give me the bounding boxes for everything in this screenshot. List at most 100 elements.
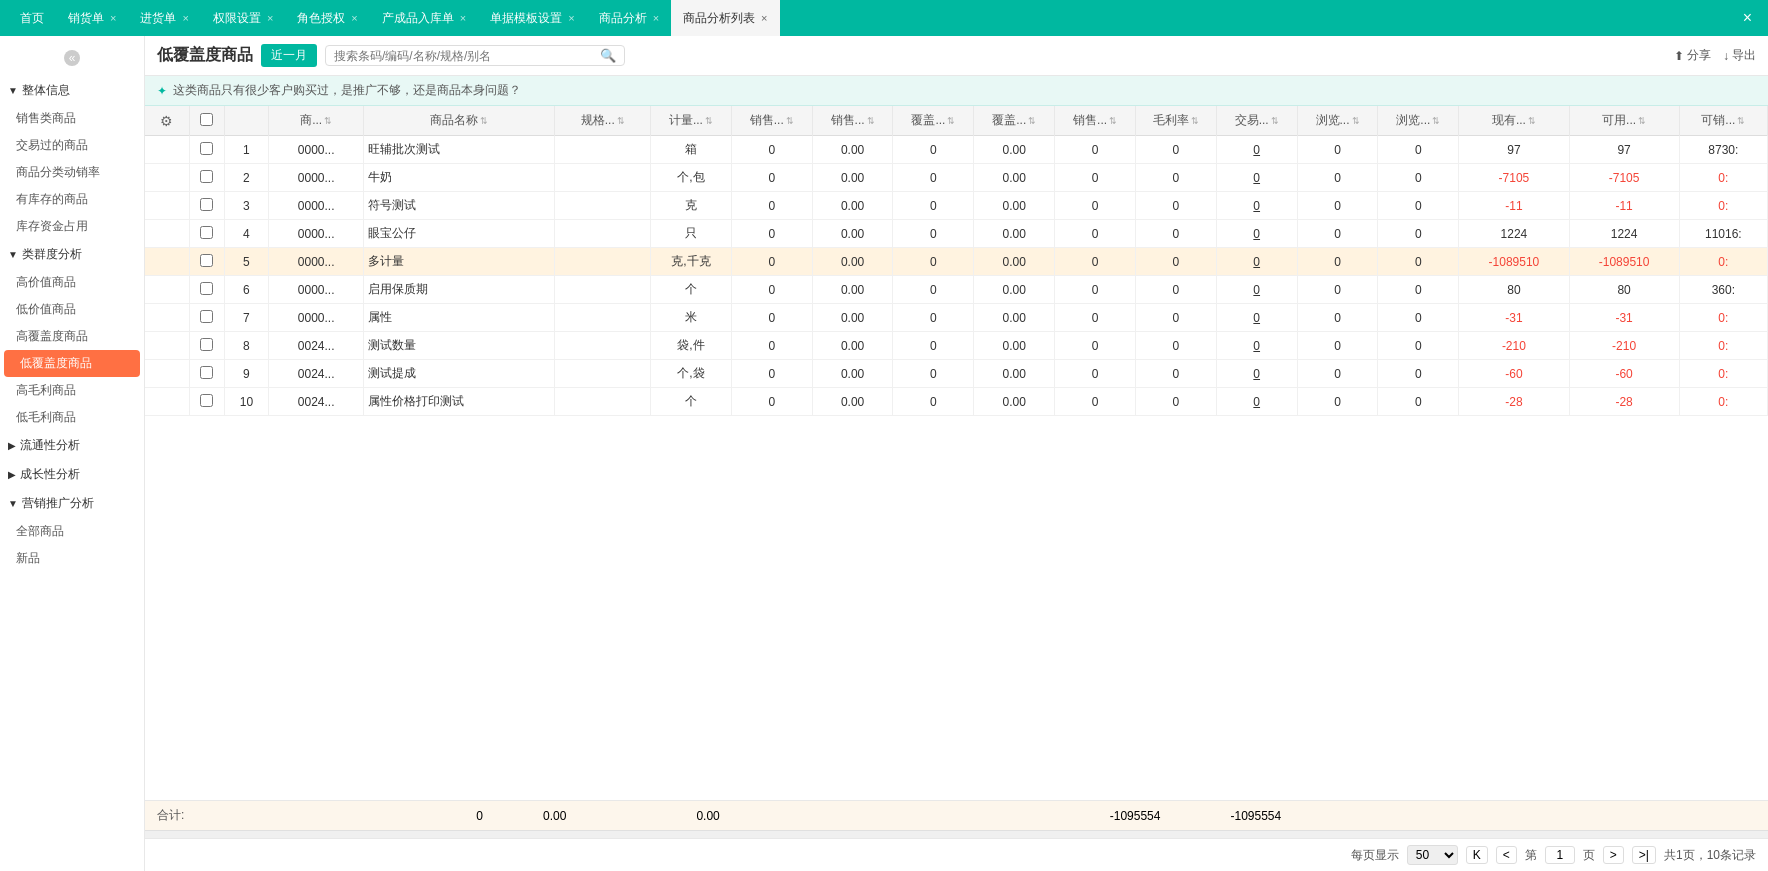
col-cov1[interactable]: 覆盖...⇅ (893, 106, 974, 136)
row-sales3: 0 (1055, 164, 1136, 192)
row-stock2: -60 (1569, 360, 1679, 388)
col-cov2[interactable]: 覆盖...⇅ (974, 106, 1055, 136)
row-name: 旺辅批次测试 (364, 136, 555, 164)
row-checkbox[interactable] (189, 192, 224, 220)
row-trade[interactable]: 0 (1216, 136, 1297, 164)
row-name: 属性 (364, 304, 555, 332)
nav-item-purchase[interactable]: 进货单 × (128, 0, 200, 36)
content-header: 低覆盖度商品 近一月 🔍 ⬆ 分享 ↓ 导出 (145, 36, 1768, 76)
sidebar-item-in-stock[interactable]: 有库存的商品 (0, 186, 144, 213)
last-page-button[interactable]: >| (1632, 846, 1656, 864)
col-gear[interactable]: ⚙ (145, 106, 189, 136)
col-sales3[interactable]: 销售...⇅ (1055, 106, 1136, 136)
close-icon[interactable]: × (460, 12, 466, 24)
row-trade[interactable]: 0 (1216, 248, 1297, 276)
page-number-input[interactable] (1545, 846, 1575, 864)
row-trade[interactable]: 0 (1216, 164, 1297, 192)
nav-item-analysis[interactable]: 商品分析 × (587, 0, 671, 36)
row-checkbox[interactable] (189, 388, 224, 416)
close-icon[interactable]: × (568, 12, 574, 24)
search-input[interactable] (334, 49, 600, 63)
row-checkbox[interactable] (189, 136, 224, 164)
per-page-select[interactable]: 50 100 200 (1407, 845, 1458, 865)
row-checkbox[interactable] (189, 304, 224, 332)
col-code[interactable]: 商...⇅ (268, 106, 364, 136)
sidebar-item-category-rate[interactable]: 商品分类动销率 (0, 159, 144, 186)
row-margin: 0 (1135, 360, 1216, 388)
col-stock3[interactable]: 可销...⇅ (1679, 106, 1767, 136)
horizontal-scrollbar[interactable] (145, 830, 1768, 838)
row-trade[interactable]: 0 (1216, 304, 1297, 332)
col-browse1[interactable]: 浏览...⇅ (1297, 106, 1378, 136)
gear-icon[interactable]: ⚙ (160, 113, 173, 129)
col-stock2[interactable]: 可用...⇅ (1569, 106, 1679, 136)
col-trade[interactable]: 交易...⇅ (1216, 106, 1297, 136)
sidebar-item-new-goods[interactable]: 新品 (0, 545, 144, 572)
sidebar-section-flow[interactable]: ▶ 流通性分析 (0, 431, 144, 460)
close-icon[interactable]: × (267, 12, 273, 24)
nav-item-sales[interactable]: 销货单 × (56, 0, 128, 36)
row-trade[interactable]: 0 (1216, 192, 1297, 220)
nav-item-permission[interactable]: 权限设置 × (201, 0, 285, 36)
sidebar-section-overall[interactable]: ▼ 整体信息 (0, 76, 144, 105)
row-checkbox[interactable] (189, 332, 224, 360)
prev-page-button[interactable]: < (1496, 846, 1517, 864)
close-all-button[interactable]: × (1735, 9, 1760, 27)
col-browse2[interactable]: 浏览...⇅ (1378, 106, 1459, 136)
sidebar-item-sales-goods[interactable]: 销售类商品 (0, 105, 144, 132)
row-margin: 0 (1135, 192, 1216, 220)
row-stock2: -1089510 (1569, 248, 1679, 276)
row-cov1: 0 (893, 304, 974, 332)
sidebar-item-low-margin[interactable]: 低毛利商品 (0, 404, 144, 431)
sidebar-section-growth[interactable]: ▶ 成长性分析 (0, 460, 144, 489)
row-trade[interactable]: 0 (1216, 276, 1297, 304)
row-checkbox[interactable] (189, 220, 224, 248)
sidebar-collapse-button[interactable]: « (64, 50, 80, 66)
sidebar-item-low-value[interactable]: 低价值商品 (0, 296, 144, 323)
row-trade[interactable]: 0 (1216, 332, 1297, 360)
row-trade[interactable]: 0 (1216, 220, 1297, 248)
close-icon[interactable]: × (351, 12, 357, 24)
nav-item-home[interactable]: 首页 (8, 0, 56, 36)
row-trade[interactable]: 0 (1216, 388, 1297, 416)
sidebar-item-low-coverage[interactable]: 低覆盖度商品 (4, 350, 140, 377)
nav-item-role[interactable]: 角色授权 × (285, 0, 369, 36)
row-trade[interactable]: 0 (1216, 360, 1297, 388)
next-page-button[interactable]: > (1603, 846, 1624, 864)
row-checkbox[interactable] (189, 248, 224, 276)
row-spec (555, 276, 651, 304)
row-checkbox[interactable] (189, 164, 224, 192)
row-checkbox[interactable] (189, 276, 224, 304)
col-stock1[interactable]: 现有...⇅ (1459, 106, 1569, 136)
share-button[interactable]: ⬆ 分享 (1674, 47, 1711, 64)
sidebar-item-high-value[interactable]: 高价值商品 (0, 269, 144, 296)
nav-item-analysis-list[interactable]: 商品分析列表 × (671, 0, 779, 36)
close-icon[interactable]: × (110, 12, 116, 24)
col-margin[interactable]: 毛利率⇅ (1135, 106, 1216, 136)
col-sales-amt[interactable]: 销售...⇅ (812, 106, 893, 136)
sidebar-item-stock-capital[interactable]: 库存资金占用 (0, 213, 144, 240)
sidebar-item-high-coverage[interactable]: 高覆盖度商品 (0, 323, 144, 350)
close-icon[interactable]: × (653, 12, 659, 24)
close-icon[interactable]: × (761, 12, 767, 24)
col-name[interactable]: 商品名称⇅ (364, 106, 555, 136)
first-page-button[interactable]: K (1466, 846, 1488, 864)
sidebar-item-traded-goods[interactable]: 交易过的商品 (0, 132, 144, 159)
col-sales-qty[interactable]: 销售...⇅ (731, 106, 812, 136)
filter-period-button[interactable]: 近一月 (261, 44, 317, 67)
col-unit[interactable]: 计量...⇅ (651, 106, 732, 136)
sidebar-item-all-goods[interactable]: 全部商品 (0, 518, 144, 545)
select-all-checkbox[interactable] (200, 113, 213, 126)
row-browse2: 0 (1378, 192, 1459, 220)
sidebar-section-abc[interactable]: ▼ 类群度分析 (0, 240, 144, 269)
nav-item-template[interactable]: 单据模板设置 × (478, 0, 586, 36)
page-suffix: 页 (1583, 847, 1595, 864)
row-checkbox[interactable] (189, 360, 224, 388)
sidebar-section-marketing[interactable]: ▼ 营销推广分析 (0, 489, 144, 518)
export-button[interactable]: ↓ 导出 (1723, 47, 1756, 64)
sidebar-item-high-margin[interactable]: 高毛利商品 (0, 377, 144, 404)
col-spec[interactable]: 规格...⇅ (555, 106, 651, 136)
close-icon[interactable]: × (182, 12, 188, 24)
row-browse1: 0 (1297, 248, 1378, 276)
nav-item-production[interactable]: 产成品入库单 × (370, 0, 478, 36)
